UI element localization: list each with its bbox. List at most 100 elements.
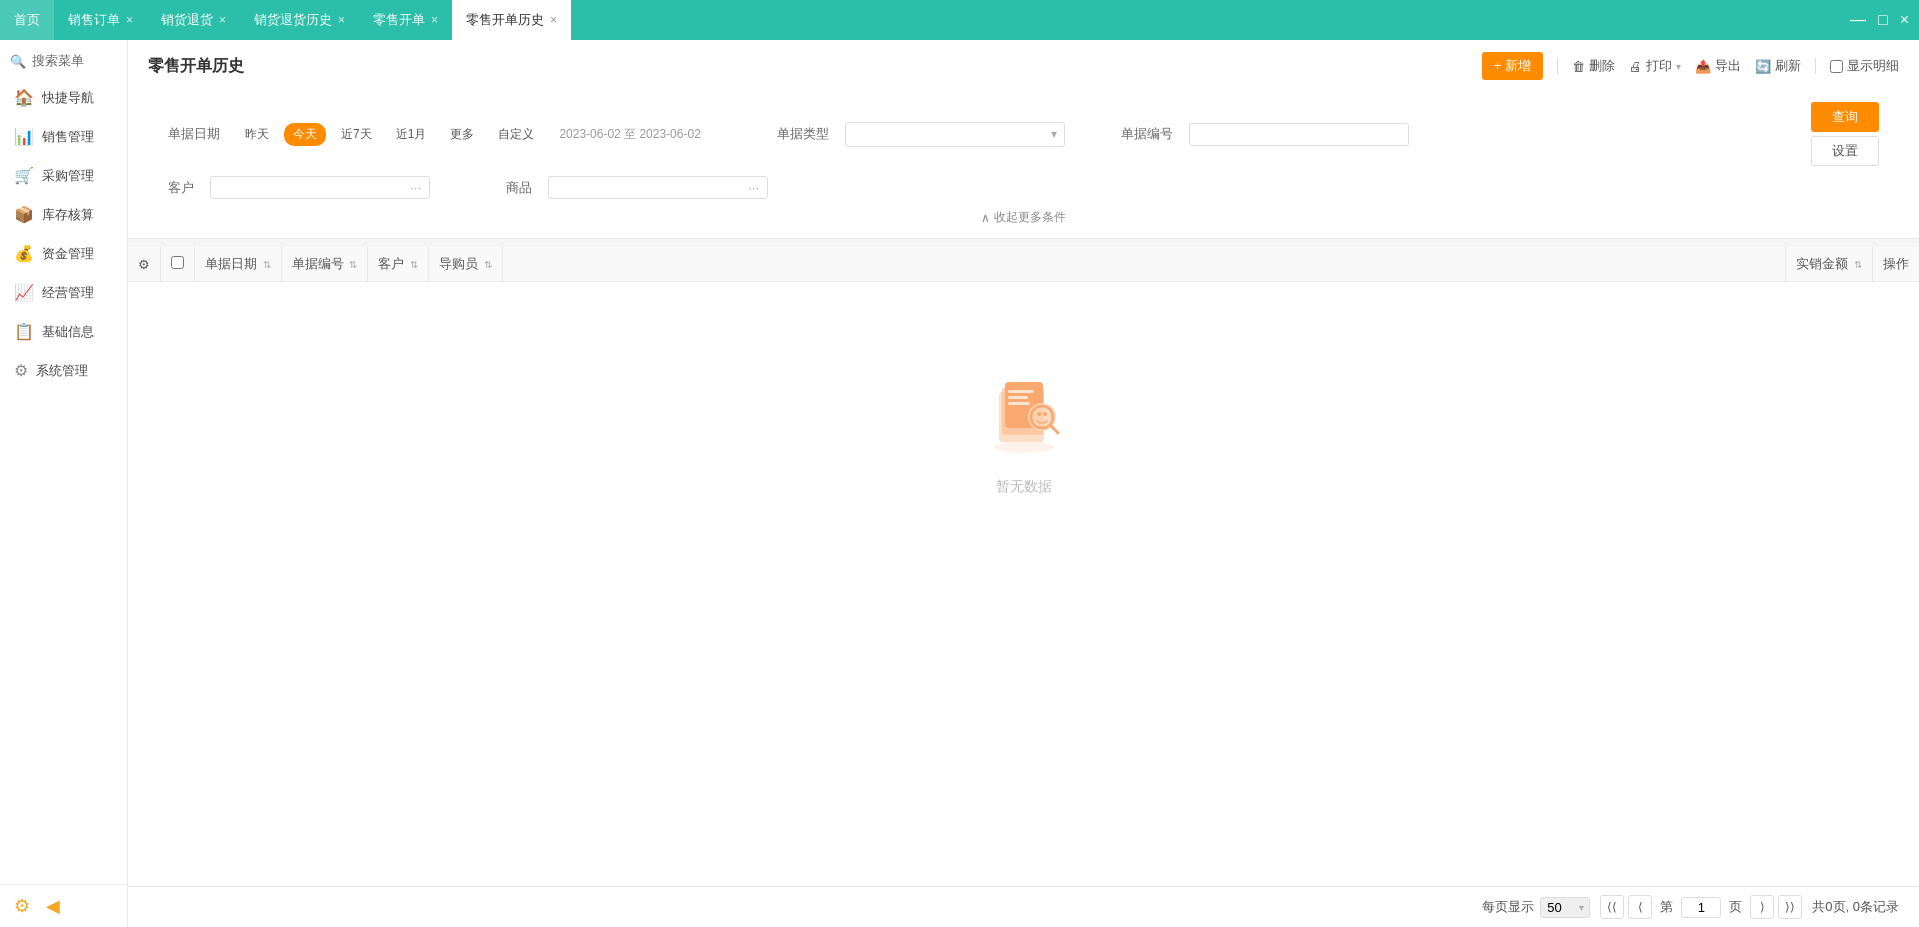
goods-input[interactable]: [557, 180, 748, 195]
window-close-btn[interactable]: ×: [1900, 11, 1909, 29]
page-prev-btn[interactable]: ⟨: [1628, 895, 1652, 919]
th-customer-label: 客户: [378, 256, 404, 271]
operations-icon: 📈: [14, 283, 34, 302]
page-last-btn[interactable]: ⟩⟩: [1778, 895, 1802, 919]
sidebar-item-quick-nav-label: 快捷导航: [42, 89, 94, 107]
customer-dots[interactable]: ···: [410, 180, 421, 195]
print-button[interactable]: 🖨 打印 ▾: [1629, 57, 1681, 75]
sidebar: 🔍 搜索菜单 🏠 快捷导航 📊 销售管理 🛒 采购管理 📦 库存核算 💰 资金管…: [0, 40, 128, 927]
check-all[interactable]: [171, 256, 184, 269]
tab-sales-return-history-close[interactable]: ×: [338, 13, 345, 27]
collapse-icon[interactable]: ◀: [46, 895, 60, 917]
print-button-label: 打印: [1646, 57, 1672, 75]
page-nav: ⟨⟨ ⟨ 第 页 ⟩ ⟩⟩: [1600, 895, 1802, 919]
tab-retail-open-history-close[interactable]: ×: [550, 13, 557, 27]
main-layout: 🔍 搜索菜单 🏠 快捷导航 📊 销售管理 🛒 采购管理 📦 库存核算 💰 资金管…: [0, 40, 1919, 927]
display-detail-btn[interactable]: 显示明细: [1830, 57, 1899, 75]
svg-point-10: [1037, 412, 1041, 416]
customer-input[interactable]: [219, 180, 410, 195]
settings-query-button[interactable]: 设置: [1811, 136, 1879, 166]
export-icon: 📤: [1695, 59, 1711, 74]
sidebar-item-finance[interactable]: 💰 资金管理: [0, 234, 127, 273]
tab-sales-return-history[interactable]: 销货退货历史 ×: [240, 0, 359, 40]
number-input[interactable]: [1198, 127, 1400, 142]
tab-sales-order[interactable]: 销售订单 ×: [54, 0, 147, 40]
window-max-btn[interactable]: □: [1878, 11, 1888, 29]
sidebar-search-label: 搜索菜单: [32, 52, 84, 70]
data-table: ⚙ 单据日期 ⇅ 单据编号 ⇅ 客户: [128, 247, 1919, 576]
page-next-btn[interactable]: ⟩: [1750, 895, 1774, 919]
th-date[interactable]: 单据日期 ⇅: [195, 247, 282, 282]
sidebar-item-basic-info-label: 基础信息: [42, 323, 94, 341]
date-btn-more[interactable]: 更多: [441, 123, 483, 146]
svg-point-0: [994, 441, 1054, 453]
svg-rect-5: [1008, 396, 1028, 399]
sort-salesperson-icon: ⇅: [484, 259, 492, 270]
table-container: ⚙ 单据日期 ⇅ 单据编号 ⇅ 客户: [128, 247, 1919, 886]
refresh-button-label: 刷新: [1775, 57, 1801, 75]
tab-retail-open-history[interactable]: 零售开单历史 ×: [452, 0, 571, 40]
goods-dots[interactable]: ···: [748, 180, 759, 195]
th-number[interactable]: 单据编号 ⇅: [281, 247, 368, 282]
tab-home[interactable]: 首页: [0, 0, 54, 40]
number-filter-label: 单据编号: [1121, 125, 1173, 143]
th-action: 操作: [1873, 247, 1920, 282]
th-customer[interactable]: 客户 ⇅: [368, 247, 429, 282]
th-settings[interactable]: ⚙: [128, 247, 161, 282]
sidebar-item-quick-nav[interactable]: 🏠 快捷导航: [0, 78, 127, 117]
settings-icon[interactable]: ⚙: [14, 895, 30, 917]
sidebar-item-purchase-mgmt[interactable]: 🛒 采购管理: [0, 156, 127, 195]
collapse-more-btn[interactable]: ∧ 收起更多条件: [168, 209, 1879, 226]
svg-rect-4: [1008, 390, 1034, 393]
type-select[interactable]: [845, 122, 1065, 147]
display-detail-checkbox[interactable]: [1830, 60, 1843, 73]
home-icon: 🏠: [14, 88, 34, 107]
customer-input-wrap: ···: [210, 176, 430, 199]
refresh-button[interactable]: 🔄 刷新: [1755, 57, 1801, 75]
tab-sales-return[interactable]: 销货退货 ×: [147, 0, 240, 40]
export-button[interactable]: 📤 导出: [1695, 57, 1741, 75]
date-range-text: 2023-06-02 至 2023-06-02: [559, 126, 700, 143]
finance-icon: 💰: [14, 244, 34, 263]
sidebar-item-system[interactable]: ⚙ 系统管理: [0, 351, 127, 390]
th-amount[interactable]: 实销金额 ⇅: [1786, 247, 1873, 282]
date-btn-today[interactable]: 今天: [284, 123, 326, 146]
add-button[interactable]: + 新增: [1482, 52, 1543, 80]
page-first-btn[interactable]: ⟨⟨: [1600, 895, 1624, 919]
sort-customer-icon: ⇅: [410, 259, 418, 270]
sidebar-item-operations[interactable]: 📈 经营管理: [0, 273, 127, 312]
tab-retail-open-close[interactable]: ×: [431, 13, 438, 27]
display-detail-label: 显示明细: [1847, 57, 1899, 75]
sidebar-item-sales-mgmt[interactable]: 📊 销售管理: [0, 117, 127, 156]
sidebar-item-purchase-mgmt-label: 采购管理: [42, 167, 94, 185]
delete-button[interactable]: 🗑 删除: [1572, 57, 1615, 75]
page-input[interactable]: [1681, 897, 1721, 918]
page-size-select[interactable]: 20 50 100: [1540, 897, 1590, 918]
sidebar-item-inventory-label: 库存核算: [42, 206, 94, 224]
sidebar-item-inventory[interactable]: 📦 库存核算: [0, 195, 127, 234]
tab-retail-open[interactable]: 零售开单 ×: [359, 0, 452, 40]
date-btn-7days[interactable]: 近7天: [332, 123, 381, 146]
type-select-wrap: [845, 122, 1065, 147]
tab-sales-return-close[interactable]: ×: [219, 13, 226, 27]
sort-amount-icon: ⇅: [1854, 259, 1862, 270]
th-number-label: 单据编号: [292, 256, 344, 271]
sales-icon: 📊: [14, 127, 34, 146]
date-btn-custom[interactable]: 自定义: [489, 123, 543, 146]
th-salesperson[interactable]: 导购员 ⇅: [428, 247, 502, 282]
date-btn-1month[interactable]: 近1月: [387, 123, 436, 146]
query-button[interactable]: 查询: [1811, 102, 1879, 132]
toolbar-divider-1: [1557, 58, 1558, 74]
sidebar-search[interactable]: 🔍 搜索菜单: [0, 40, 127, 78]
window-min-btn[interactable]: —: [1850, 11, 1866, 29]
svg-point-11: [1043, 412, 1047, 416]
date-btn-yesterday[interactable]: 昨天: [236, 123, 278, 146]
tab-sales-return-label: 销货退货: [161, 11, 213, 29]
sidebar-item-operations-label: 经营管理: [42, 284, 94, 302]
page-title: 零售开单历史: [148, 56, 244, 77]
th-spacer: [502, 247, 1786, 282]
delete-button-label: 删除: [1589, 57, 1615, 75]
tab-sales-order-close[interactable]: ×: [126, 13, 133, 27]
toolbar: + 新增 🗑 删除 🖨 打印 ▾ 📤 导出: [1482, 52, 1899, 80]
sidebar-item-basic-info[interactable]: 📋 基础信息: [0, 312, 127, 351]
